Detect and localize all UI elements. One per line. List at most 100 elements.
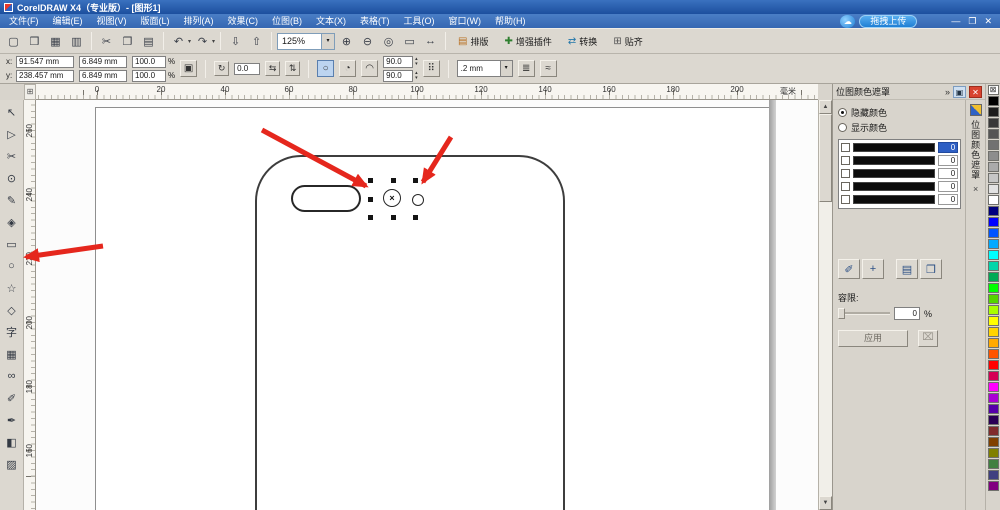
drawing-canvas[interactable]: × (36, 100, 818, 510)
palette-swatch[interactable] (987, 250, 999, 260)
palette-swatch[interactable] (987, 217, 999, 227)
palette-swatch[interactable] (987, 426, 999, 436)
mask-color-bar[interactable] (853, 182, 936, 191)
selection-handle[interactable] (413, 215, 418, 220)
palette-swatch[interactable] (987, 96, 999, 106)
close-button[interactable]: ✕ (984, 16, 992, 27)
export-button[interactable]: ⇧ (247, 32, 266, 51)
scale-y-field[interactable]: 100.0 (132, 69, 166, 82)
palette-swatch[interactable] (987, 305, 999, 315)
hide-colors-radio[interactable]: 隐藏颜色 (838, 106, 961, 119)
x-position-field[interactable]: 91.547 mm (16, 55, 74, 68)
pie-mode-button[interactable]: ◔ (339, 60, 357, 77)
add-color-button[interactable]: + (862, 259, 884, 279)
radio-icon[interactable] (838, 123, 847, 132)
toolbox-tool[interactable]: ✂ (1, 145, 22, 167)
convert-to-curve-button[interactable]: ≈ (539, 60, 557, 77)
zoom-out-button[interactable]: ⊖ (358, 32, 377, 51)
color-mask-row[interactable]: 0 (840, 154, 959, 167)
menu-item[interactable]: 位图(B) (265, 14, 309, 28)
save-mask-button[interactable]: ▤ (896, 259, 918, 279)
toolbox-tool[interactable]: ▭ (1, 233, 22, 255)
color-mask-row[interactable]: 0 (840, 180, 959, 193)
minimize-button[interactable]: — (951, 16, 960, 27)
plugin-button[interactable]: ⊞ 贴齐 (606, 31, 649, 51)
palette-swatch[interactable] (987, 437, 999, 447)
mask-value[interactable]: 0 (938, 155, 959, 166)
arc-direction-button[interactable]: ⠿ (422, 60, 440, 77)
save-button[interactable]: ▦ (46, 32, 65, 51)
mask-value[interactable]: 0 (938, 142, 959, 153)
palette-swatch[interactable] (987, 294, 999, 304)
menu-item[interactable]: 文件(F) (2, 14, 46, 28)
selection-handle[interactable] (368, 197, 373, 202)
open-button[interactable]: ❒ (25, 32, 44, 51)
toolbox-tool[interactable]: ◈ (1, 211, 22, 233)
zoom-level-combo[interactable]: 125% ▾ (277, 32, 336, 50)
mask-color-bar[interactable] (853, 195, 936, 204)
tolerance-slider-handle[interactable] (838, 308, 845, 319)
redo-dropdown-icon[interactable]: ▾ (212, 38, 215, 45)
palette-swatch[interactable] (987, 338, 999, 348)
open-mask-button[interactable]: ❒ (920, 259, 942, 279)
mask-checkbox[interactable] (841, 143, 850, 152)
menu-item[interactable]: 编辑(E) (46, 14, 90, 28)
undo-dropdown-icon[interactable]: ▾ (188, 38, 191, 45)
redo-button[interactable]: ↷ (193, 32, 212, 51)
docker-tab-label[interactable]: 位图颜色遮罩 (969, 120, 982, 180)
color-mask-row[interactable]: 0 (840, 193, 959, 206)
color-mask-row[interactable]: 0 (840, 167, 959, 180)
toolbox-tool[interactable]: ▦ (1, 343, 22, 365)
mask-checkbox[interactable] (841, 156, 850, 165)
palette-swatch[interactable] (987, 206, 999, 216)
palette-swatch[interactable] (987, 173, 999, 183)
tolerance-slider[interactable] (838, 308, 890, 319)
palette-swatch[interactable] (987, 360, 999, 370)
selection-handle[interactable] (413, 178, 418, 183)
palette-swatch[interactable] (987, 327, 999, 337)
palette-swatch[interactable] (987, 415, 999, 425)
palette-swatch[interactable] (987, 118, 999, 128)
palette-swatch[interactable] (987, 448, 999, 458)
toolbox-tool[interactable]: ◧ (1, 431, 22, 453)
mask-color-bar[interactable] (853, 143, 936, 152)
mask-checkbox[interactable] (841, 182, 850, 191)
mask-checkbox[interactable] (841, 169, 850, 178)
radio-icon[interactable] (838, 108, 847, 117)
apply-button[interactable]: 应用 (838, 330, 908, 347)
mask-value[interactable]: 0 (938, 168, 959, 179)
height-field[interactable]: 6.849 mm (79, 69, 127, 82)
mask-value[interactable]: 0 (938, 194, 959, 205)
palette-swatch[interactable] (987, 239, 999, 249)
mirror-horizontal-button[interactable]: ⇆ (265, 61, 281, 76)
selection-handle[interactable] (391, 178, 396, 183)
cut-button[interactable]: ✂ (97, 32, 116, 51)
color-mask-row[interactable]: 0 (840, 141, 959, 154)
palette-swatch[interactable] (987, 162, 999, 172)
mask-value[interactable]: 0 (938, 181, 959, 192)
menu-item[interactable]: 效果(C) (221, 14, 266, 28)
drag-upload-button[interactable]: 拖拽上传 (859, 14, 918, 28)
docker-chevron-icon[interactable]: » (945, 87, 950, 97)
palette-swatch[interactable] (987, 140, 999, 150)
zoom-to-selection-button[interactable]: ◎ (379, 32, 398, 51)
menu-item[interactable]: 工具(O) (397, 14, 442, 28)
palette-swatch[interactable] (987, 129, 999, 139)
docker-tab-icon[interactable] (969, 104, 982, 116)
toolbox-tool[interactable]: 字 (1, 321, 22, 343)
spinner-icons[interactable]: ▴ ▾ (415, 70, 418, 81)
toolbox-tool[interactable]: ○ (1, 255, 22, 277)
menu-item[interactable]: 窗口(W) (442, 14, 489, 28)
zoom-in-button[interactable]: ⊕ (337, 32, 356, 51)
print-button[interactable]: ▥ (67, 32, 86, 51)
toolbox-tool[interactable]: ∞ (1, 365, 22, 387)
outline-width-combo[interactable]: .2 mm ▾ (456, 60, 513, 77)
toolbox-tool[interactable]: ▷ (1, 123, 22, 145)
plugin-button[interactable]: ⇄ 转换 (561, 31, 604, 51)
rotation-angle-field[interactable]: 0.0 (234, 62, 261, 75)
toolbox-tool[interactable]: ✒ (1, 409, 22, 431)
palette-swatch[interactable] (987, 261, 999, 271)
docker-tab-close-icon[interactable]: × (973, 184, 978, 194)
selected-circle-shape[interactable]: × (383, 189, 401, 207)
palette-swatch[interactable] (987, 151, 999, 161)
